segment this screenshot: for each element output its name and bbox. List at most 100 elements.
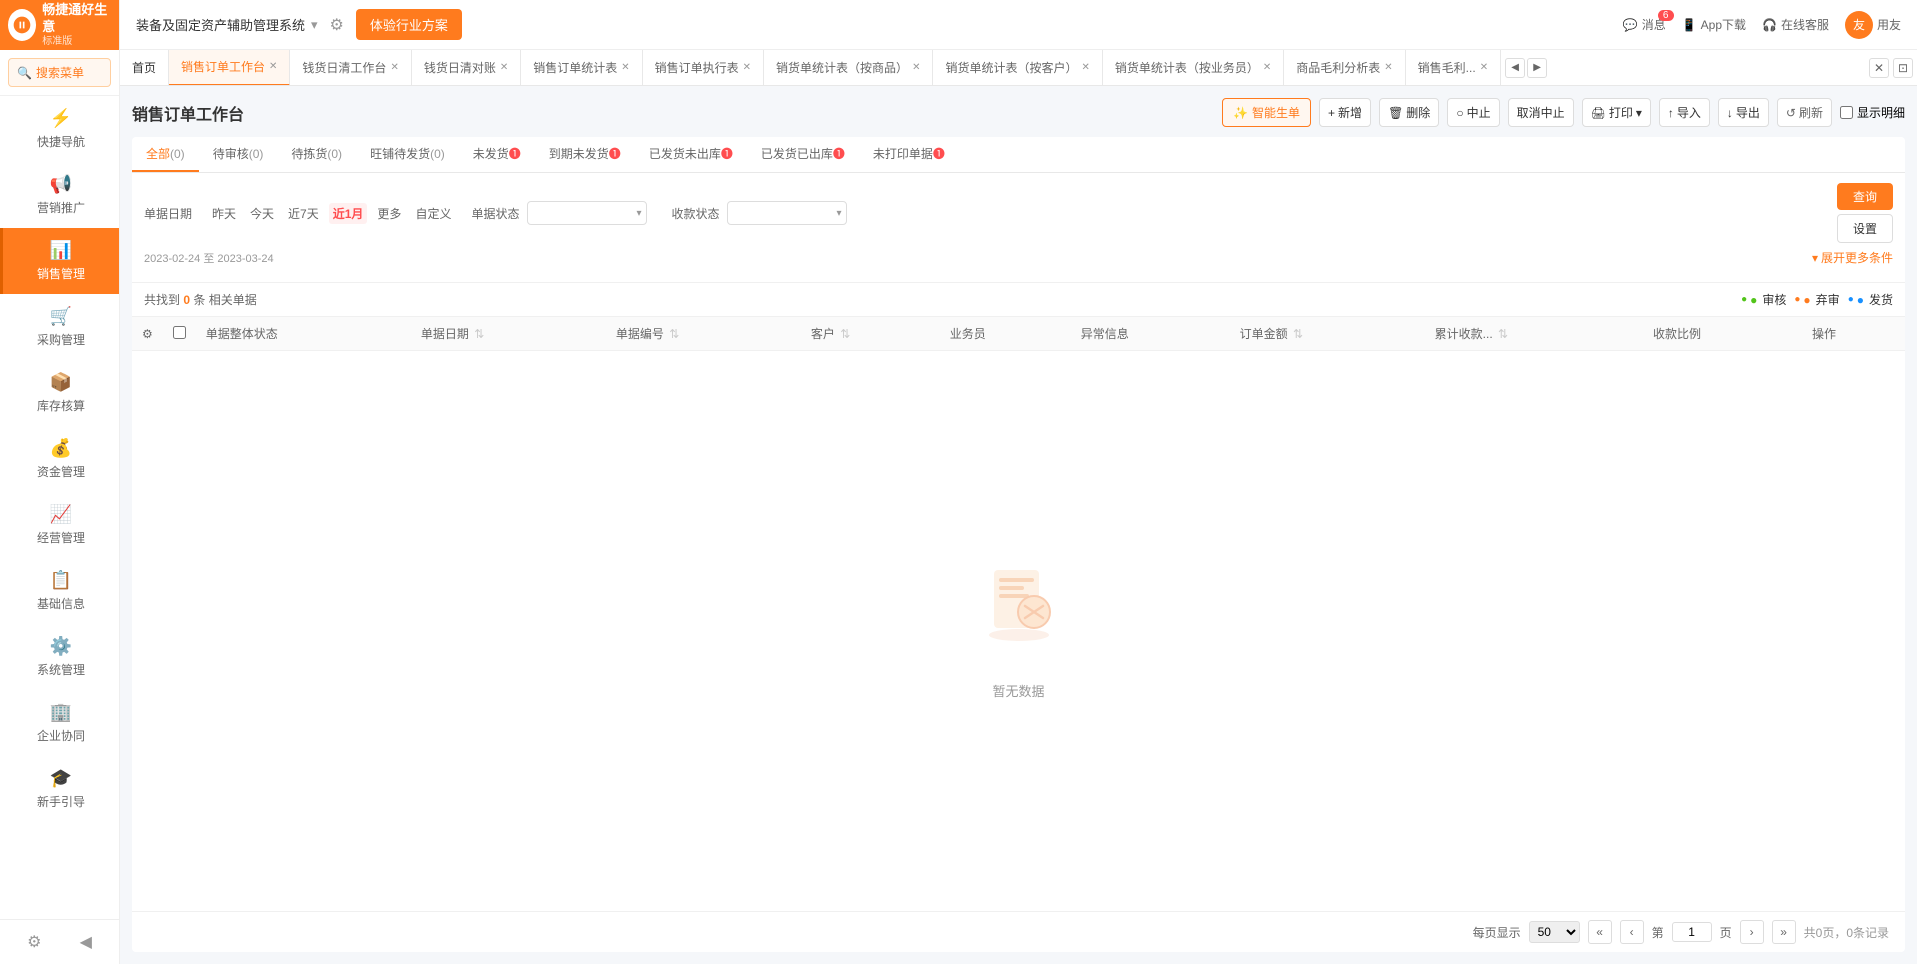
- close-all-tabs-button[interactable]: ✕: [1869, 58, 1889, 78]
- tab-sales-exec[interactable]: 销售订单执行表 ✕: [643, 50, 764, 86]
- sidebar-item-guide[interactable]: 🎓 新手引导: [0, 756, 119, 822]
- customer-sort-icon[interactable]: ⇅: [840, 327, 850, 341]
- sidebar-item-quick-nav[interactable]: ⚡ 快捷导航: [0, 96, 119, 162]
- stop-button[interactable]: ○ 中止: [1447, 98, 1499, 127]
- industry-btn[interactable]: 体验行业方案: [356, 9, 462, 40]
- subtab-shipped-out[interactable]: 已发货已出库❶: [747, 137, 859, 172]
- search-menu-button[interactable]: 🔍 搜索菜单: [8, 58, 111, 87]
- export-button[interactable]: ↓ 导出: [1718, 98, 1769, 127]
- import-button[interactable]: ↑ 导入: [1659, 98, 1710, 127]
- first-page-button[interactable]: «: [1588, 920, 1612, 944]
- page-size-select[interactable]: 10 20 50 100: [1529, 921, 1580, 943]
- tab-sales-staff[interactable]: 销货单统计表（按业务员） ✕: [1103, 50, 1284, 86]
- batch-review-button[interactable]: ● 审核: [1741, 291, 1786, 308]
- tab-close-sales-customer[interactable]: ✕: [1081, 62, 1089, 73]
- tab-sales-product[interactable]: 销货单统计表（按商品） ✕: [764, 50, 933, 86]
- gear-col-icon[interactable]: ⚙: [142, 327, 153, 341]
- tab-close-profit[interactable]: ✕: [1384, 62, 1392, 73]
- sidebar-item-marketing[interactable]: 📢 营销推广: [0, 162, 119, 228]
- subtab-all[interactable]: 全部(0): [132, 137, 199, 172]
- show-detail-checkbox[interactable]: [1840, 106, 1853, 119]
- tab-close-sales-more[interactable]: ✕: [1480, 62, 1488, 73]
- tab-sales-stats[interactable]: 销售订单统计表 ✕: [521, 50, 642, 86]
- number-sort-icon[interactable]: ⇅: [669, 327, 679, 341]
- select-all-checkbox[interactable]: [173, 326, 186, 339]
- subtab-shipped-not-out[interactable]: 已发货未出库❶: [635, 137, 747, 172]
- print-button[interactable]: 🖨 打印 ▾: [1582, 98, 1651, 127]
- shortcut-yesterday[interactable]: 昨天: [208, 203, 240, 224]
- smart-create-button[interactable]: ✨ 智能生单: [1222, 98, 1311, 127]
- tab-close-sales-stats[interactable]: ✕: [621, 62, 629, 73]
- star-icon: ✨: [1233, 106, 1248, 120]
- next-page-button[interactable]: ›: [1740, 920, 1764, 944]
- tab-next-arrow[interactable]: ▶: [1527, 58, 1547, 78]
- sidebar-item-base-info[interactable]: 📋 基础信息: [0, 558, 119, 624]
- show-detail-checkbox-label[interactable]: 显示明细: [1840, 104, 1905, 121]
- subtab-pending-review[interactable]: 待审核(0): [199, 137, 278, 172]
- shortcut-7days[interactable]: 近7天: [284, 203, 323, 224]
- sidebar-item-finance[interactable]: 💰 资金管理: [0, 426, 119, 492]
- tab-sales-order[interactable]: 销售订单工作台 ✕: [169, 50, 290, 86]
- subtab-pending-inspect[interactable]: 待拣货(0): [277, 137, 356, 172]
- tab-sales-more[interactable]: 销售毛利... ✕: [1406, 50, 1501, 86]
- tab-profit[interactable]: 商品毛利分析表 ✕: [1284, 50, 1405, 86]
- horizontal-scrollbar[interactable]: [132, 899, 1905, 911]
- tabbar-arrows: ◀ ▶: [1501, 58, 1551, 78]
- tab-close-sales-exec[interactable]: ✕: [743, 62, 751, 73]
- user-profile-btn[interactable]: 友 用友: [1845, 11, 1901, 39]
- tab-cash-reconcile[interactable]: 钱货日清对账 ✕: [412, 50, 521, 86]
- add-button[interactable]: + 新增: [1319, 98, 1371, 127]
- tab-close-sales-order[interactable]: ✕: [269, 61, 277, 72]
- sidebar-item-system[interactable]: ⚙️ 系统管理: [0, 624, 119, 690]
- table-info-bar: 共找到 0 条 相关单据 ● 审核 ● 弃审 ● 发货: [132, 283, 1905, 317]
- received-sort-icon[interactable]: ⇅: [1498, 327, 1508, 341]
- th-checkbox: [163, 317, 196, 351]
- app-download-btn[interactable]: 📱 App下载: [1682, 16, 1746, 33]
- tab-close-sales-product[interactable]: ✕: [912, 62, 920, 73]
- expand-tabs-button[interactable]: ⊡: [1893, 58, 1913, 78]
- shortcut-more[interactable]: 更多: [373, 203, 405, 224]
- settings-icon[interactable]: ⚙: [27, 932, 41, 952]
- expand-filter-button[interactable]: ▾ 展开更多条件: [1812, 249, 1893, 266]
- date-sort-icon[interactable]: ⇅: [474, 327, 484, 341]
- sidebar-item-enterprise[interactable]: 🏢 企业协同: [0, 690, 119, 756]
- stop-icon: ○: [1456, 106, 1463, 120]
- tab-close-sales-staff[interactable]: ✕: [1263, 62, 1271, 73]
- delete-button[interactable]: 🗑 删除: [1379, 98, 1439, 127]
- subtab-not-shipped[interactable]: 未发货❶: [459, 137, 535, 172]
- payment-select[interactable]: 已收款 未收款: [727, 201, 847, 225]
- subtab-wangpu[interactable]: 旺铺待发货(0): [356, 137, 459, 172]
- subtab-expired[interactable]: 到期未发货❶: [535, 137, 635, 172]
- amount-sort-icon[interactable]: ⇅: [1293, 327, 1303, 341]
- shortcut-1month[interactable]: 近1月: [329, 203, 368, 224]
- query-button[interactable]: 查询: [1837, 183, 1893, 210]
- refresh-button[interactable]: ↺ 刷新: [1777, 98, 1832, 127]
- batch-deview-button[interactable]: ● 弃审: [1794, 291, 1839, 308]
- status-select[interactable]: 待审核 已审核: [527, 201, 647, 225]
- last-page-button[interactable]: »: [1772, 920, 1796, 944]
- tab-close-cash-reconcile[interactable]: ✕: [500, 62, 508, 73]
- cancel-stop-button[interactable]: 取消中止: [1508, 98, 1574, 127]
- tab-sales-customer[interactable]: 销货单统计表（按客户） ✕: [933, 50, 1102, 86]
- collapse-sidebar-button[interactable]: ◀: [80, 932, 92, 952]
- topbar-gear-icon[interactable]: ⚙: [330, 15, 344, 35]
- sidebar-item-sales[interactable]: 📊 销售管理: [0, 228, 119, 294]
- tab-cash-daily[interactable]: 钱货日清工作台 ✕: [290, 50, 411, 86]
- main-area: 装备及固定资产辅助管理系统 ▾ ⚙ 体验行业方案 💬 消息 6 📱 App下载 …: [120, 0, 1917, 964]
- online-service-btn[interactable]: 🎧 在线客服: [1762, 16, 1829, 33]
- sidebar-item-operations[interactable]: 📈 经营管理: [0, 492, 119, 558]
- sidebar-item-purchase[interactable]: 🛒 采购管理: [0, 294, 119, 360]
- table-header-row: ⚙ 单据整体状态 单据日期 ⇅: [132, 317, 1905, 351]
- setting-button[interactable]: 设置: [1837, 214, 1893, 243]
- subtab-not-printed[interactable]: 未打印单据❶: [859, 137, 959, 172]
- tab-close-cash-daily[interactable]: ✕: [390, 62, 398, 73]
- sidebar-item-inventory[interactable]: 📦 库存核算: [0, 360, 119, 426]
- prev-page-button[interactable]: ‹: [1620, 920, 1644, 944]
- page-number-input[interactable]: [1672, 922, 1712, 942]
- batch-ship-button[interactable]: ● 发货: [1848, 291, 1893, 308]
- message-btn[interactable]: 💬 消息 6: [1623, 16, 1666, 33]
- shortcut-today[interactable]: 今天: [246, 203, 278, 224]
- tab-home[interactable]: 首页: [120, 50, 169, 86]
- tab-prev-arrow[interactable]: ◀: [1505, 58, 1525, 78]
- shortcut-custom[interactable]: 自定义: [411, 203, 455, 224]
